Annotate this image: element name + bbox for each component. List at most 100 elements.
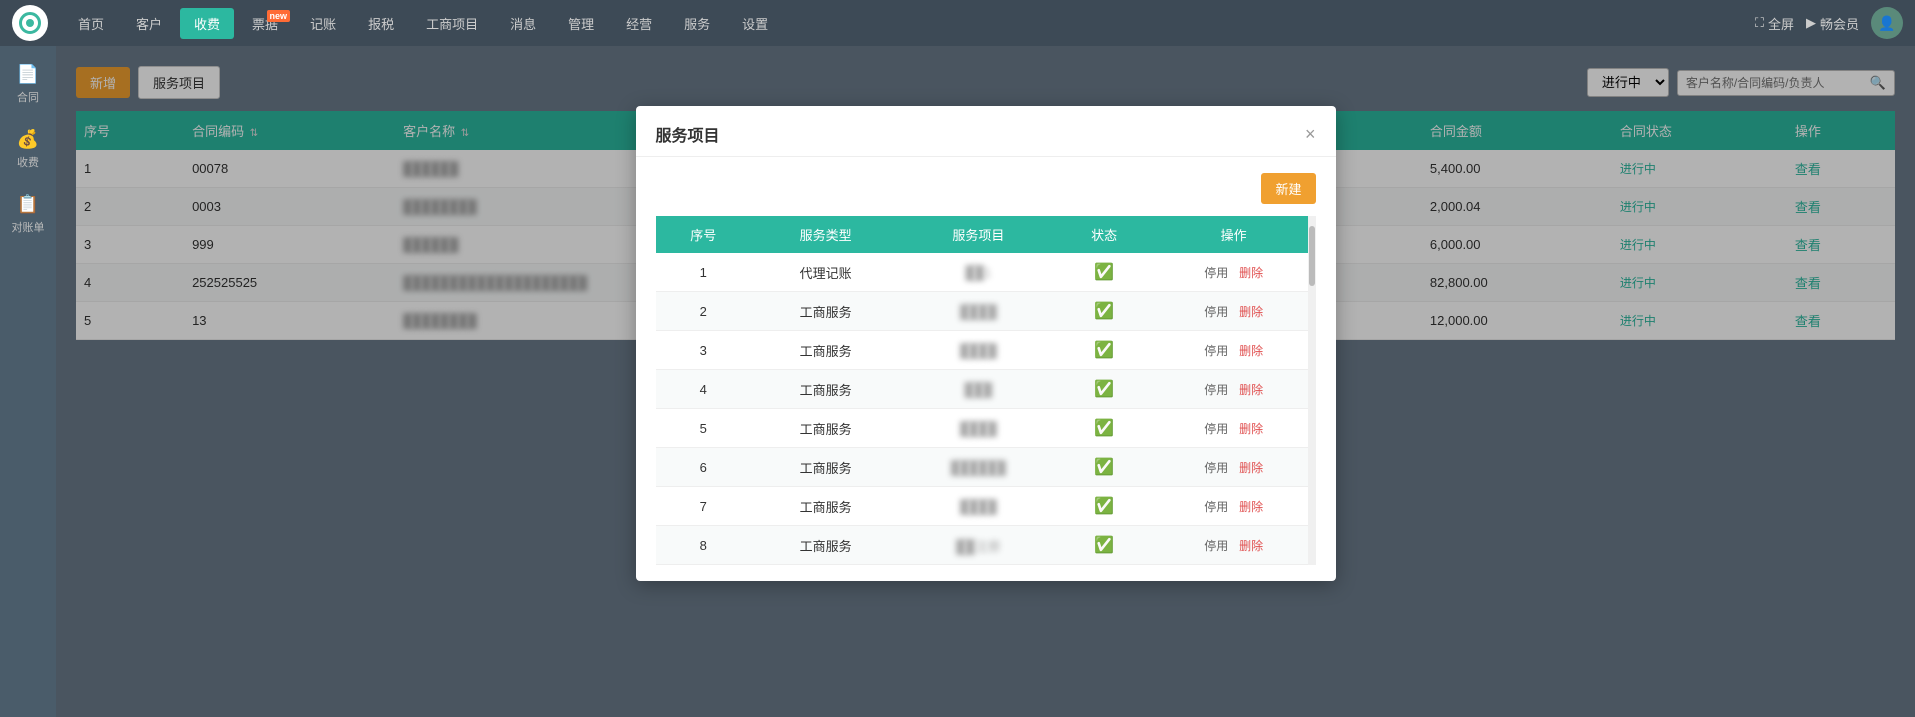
modal-cell-item: ██1 — [900, 253, 1056, 292]
modal-cell-action: 停用 删除 — [1152, 331, 1316, 370]
modal-cell-type: 工商服务 — [751, 409, 900, 448]
modal-cell-seq: 6 — [656, 448, 751, 487]
member-icon: ▶ — [1806, 15, 1816, 31]
delete-button[interactable]: 删除 — [1239, 539, 1263, 553]
stop-button[interactable]: 停用 — [1204, 422, 1228, 436]
modal-table-row: 4 工商服务 ███ ✅ 停用 删除 — [656, 370, 1316, 409]
modal-cell-item: ████ — [900, 487, 1056, 526]
delete-button[interactable]: 删除 — [1239, 500, 1263, 514]
delete-button[interactable]: 删除 — [1239, 266, 1263, 280]
scrollbar-track[interactable] — [1308, 216, 1316, 565]
modal-cell-status: ✅ — [1056, 448, 1151, 487]
nav-item-service[interactable]: 服务 — [670, 8, 724, 39]
modal-cell-type: 工商服务 — [751, 331, 900, 370]
nav-item-customer[interactable]: 客户 — [122, 8, 176, 39]
app-logo — [12, 5, 48, 41]
top-navigation: 首页 客户 收费 票据 new 记账 报税 工商项目 消息 管理 经营 服务 设… — [0, 0, 1915, 46]
sidebar-item-contract[interactable]: 📄 合同 — [3, 54, 53, 115]
modal-cell-status: ✅ — [1056, 370, 1151, 409]
modal-cell-item: ███ — [900, 370, 1056, 409]
fullscreen-btn[interactable]: ⛶ 全屏 — [1755, 14, 1794, 33]
new-badge: new — [267, 10, 291, 22]
modal-cell-seq: 3 — [656, 331, 751, 370]
status-check-icon: ✅ — [1094, 459, 1114, 476]
stop-button[interactable]: 停用 — [1204, 461, 1228, 475]
modal-new-button[interactable]: 新建 — [1261, 173, 1315, 204]
modal-cell-action: 停用 删除 — [1152, 253, 1316, 292]
nav-item-operation[interactable]: 经营 — [612, 8, 666, 39]
modal-cell-type: 工商服务 — [751, 487, 900, 526]
status-check-icon: ✅ — [1094, 381, 1114, 398]
stop-button[interactable]: 停用 — [1204, 266, 1228, 280]
modal-header: 服务项目 × — [636, 106, 1336, 157]
nav-item-business[interactable]: 工商项目 — [412, 8, 492, 39]
delete-button[interactable]: 删除 — [1239, 344, 1263, 358]
scrollbar-thumb — [1309, 226, 1315, 286]
modal-table-header: 序号 服务类型 服务项目 状态 操作 — [656, 216, 1316, 253]
modal-cell-status: ✅ — [1056, 526, 1151, 565]
modal-title: 服务项目 — [656, 122, 720, 146]
nav-item-bookkeeping[interactable]: 记账 — [296, 8, 350, 39]
nav-item-home[interactable]: 首页 — [64, 8, 118, 39]
nav-item-message[interactable]: 消息 — [496, 8, 550, 39]
stop-button[interactable]: 停用 — [1204, 383, 1228, 397]
modal-cell-item: ██████ — [900, 448, 1056, 487]
modal-table-wrapper: 序号 服务类型 服务项目 状态 操作 1 代理记账 ██1 ✅ 停用 删除 — [656, 216, 1316, 565]
nav-right-area: ⛶ 全屏 ▶ 畅会员 👤 — [1755, 7, 1903, 39]
nav-item-manage[interactable]: 管理 — [554, 8, 608, 39]
modal-cell-item: ████ — [900, 409, 1056, 448]
stop-button[interactable]: 停用 — [1204, 539, 1228, 553]
modal-cell-action: 停用 删除 — [1152, 370, 1316, 409]
fullscreen-icon: ⛶ — [1755, 15, 1764, 31]
status-check-icon: ✅ — [1094, 498, 1114, 515]
modal-cell-action: 停用 删除 — [1152, 487, 1316, 526]
delete-button[interactable]: 删除 — [1239, 383, 1263, 397]
modal-toolbar: 新建 — [656, 173, 1316, 204]
modal-cell-seq: 4 — [656, 370, 751, 409]
modal-close-button[interactable]: × — [1305, 125, 1316, 143]
modal-cell-action: 停用 删除 — [1152, 526, 1316, 565]
modal-table-row: 1 代理记账 ██1 ✅ 停用 删除 — [656, 253, 1316, 292]
nav-item-tax[interactable]: 报税 — [354, 8, 408, 39]
modal-table-row: 8 工商服务 ██注册 ✅ 停用 删除 — [656, 526, 1316, 565]
stop-button[interactable]: 停用 — [1204, 500, 1228, 514]
modal-table-row: 6 工商服务 ██████ ✅ 停用 删除 — [656, 448, 1316, 487]
service-table: 序号 服务类型 服务项目 状态 操作 1 代理记账 ██1 ✅ 停用 删除 — [656, 216, 1316, 565]
modal-cell-type: 代理记账 — [751, 253, 900, 292]
nav-item-settings[interactable]: 设置 — [728, 8, 782, 39]
modal-cell-item: ██注册 — [900, 526, 1056, 565]
modal-cell-seq: 2 — [656, 292, 751, 331]
user-avatar[interactable]: 👤 — [1871, 7, 1903, 39]
sidebar-item-fee[interactable]: 💰 收费 — [3, 119, 53, 180]
modal-cell-type: 工商服务 — [751, 526, 900, 565]
nav-item-fee[interactable]: 收费 — [180, 8, 234, 39]
delete-button[interactable]: 删除 — [1239, 461, 1263, 475]
modal-col-item: 服务项目 — [900, 216, 1056, 253]
logo-icon — [19, 12, 41, 34]
status-check-icon: ✅ — [1094, 537, 1114, 554]
fee-icon: 💰 — [17, 129, 39, 150]
nav-item-invoice[interactable]: 票据 new — [238, 8, 292, 39]
modal-col-action: 操作 — [1152, 216, 1316, 253]
nav-menu: 首页 客户 收费 票据 new 记账 报税 工商项目 消息 管理 经营 服务 设… — [64, 8, 1755, 39]
contract-icon: 📄 — [17, 64, 39, 85]
content-area: 新增 服务项目 进行中 🔍 序号 合同编码 ⇅ 客户名称 ⇅ 服务项目 ↕ 服务… — [56, 46, 1915, 717]
modal-cell-status: ✅ — [1056, 487, 1151, 526]
service-item-modal: 服务项目 × 新建 序号 服务类型 服务项目 — [636, 106, 1336, 581]
stop-button[interactable]: 停用 — [1204, 305, 1228, 319]
modal-cell-item: ████ — [900, 292, 1056, 331]
modal-table-row: 2 工商服务 ████ ✅ 停用 删除 — [656, 292, 1316, 331]
status-check-icon: ✅ — [1094, 420, 1114, 437]
modal-overlay[interactable]: 服务项目 × 新建 序号 服务类型 服务项目 — [56, 46, 1915, 717]
modal-cell-action: 停用 删除 — [1152, 409, 1316, 448]
modal-cell-type: 工商服务 — [751, 292, 900, 331]
delete-button[interactable]: 删除 — [1239, 305, 1263, 319]
status-check-icon: ✅ — [1094, 342, 1114, 359]
delete-button[interactable]: 删除 — [1239, 422, 1263, 436]
sidebar-item-reconciliation[interactable]: 📋 对账单 — [3, 184, 53, 245]
modal-cell-status: ✅ — [1056, 292, 1151, 331]
modal-body: 新建 序号 服务类型 服务项目 状态 操作 — [636, 157, 1336, 581]
modal-col-status: 状态 — [1056, 216, 1151, 253]
member-btn[interactable]: ▶ 畅会员 — [1806, 14, 1859, 33]
stop-button[interactable]: 停用 — [1204, 344, 1228, 358]
